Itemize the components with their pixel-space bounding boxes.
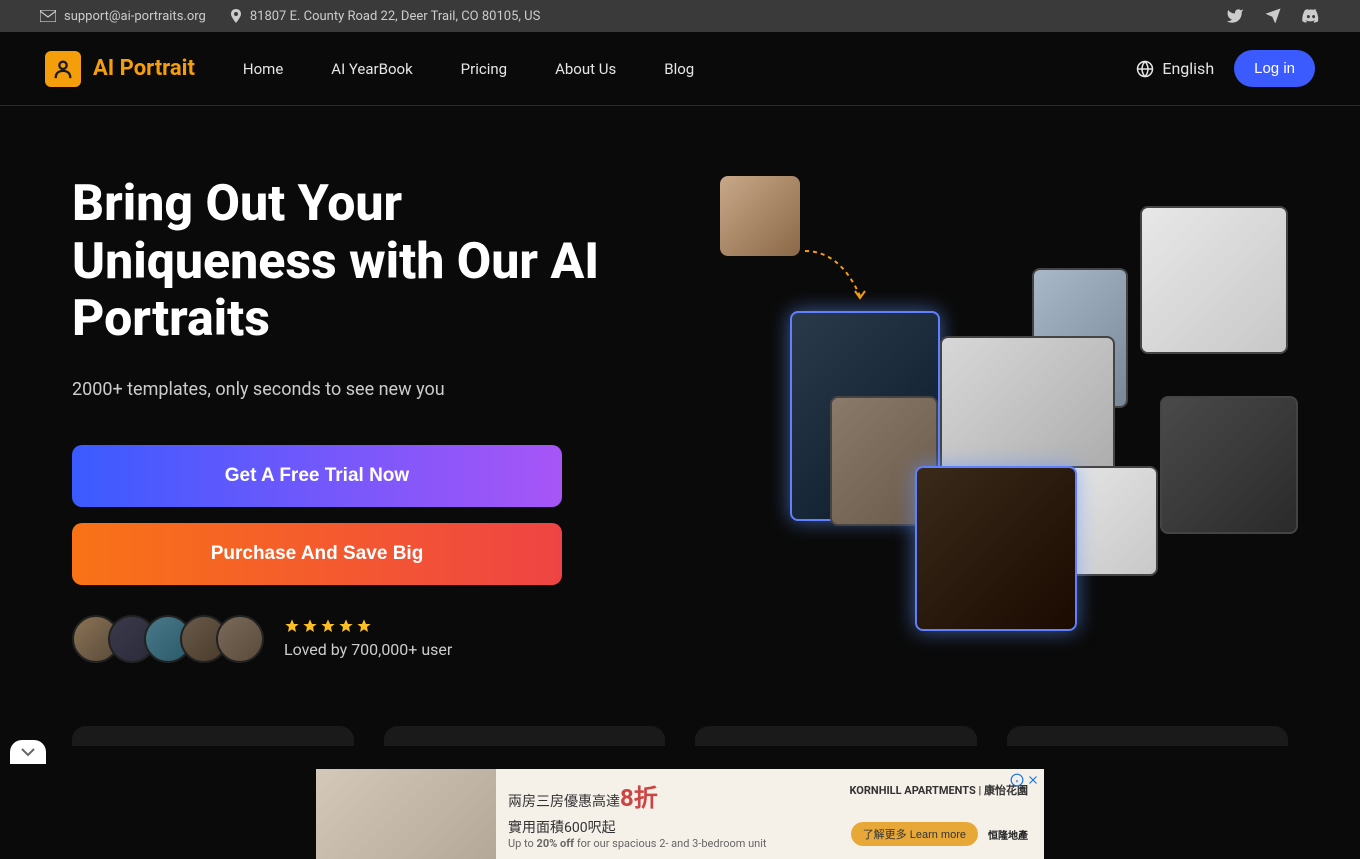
portrait-guitarist xyxy=(915,466,1077,631)
hero-section: Bring Out Your Uniqueness with Our AI Po… xyxy=(0,106,1360,716)
nav-home[interactable]: Home xyxy=(243,60,283,78)
rating-stars xyxy=(284,618,452,634)
address-text: 81807 E. County Road 22, Deer Trail, CO … xyxy=(250,9,541,24)
support-email[interactable]: support@ai-portraits.org xyxy=(40,9,206,24)
language-selector[interactable]: English xyxy=(1136,59,1214,78)
ad-banner[interactable]: 兩房三房優惠高達8折 實用面積600呎起 Up to 20% off for o… xyxy=(316,769,1044,859)
nav-blog[interactable]: Blog xyxy=(664,60,694,78)
language-label: English xyxy=(1162,59,1214,78)
logo[interactable]: AI Portrait xyxy=(45,51,195,87)
ad-info-icon[interactable] xyxy=(1010,773,1024,787)
star-icon xyxy=(338,618,354,634)
chevron-down-icon xyxy=(20,747,36,757)
ad-collapse-button[interactable] xyxy=(10,740,46,764)
hero-subtitle: 2000+ templates, only seconds to see new… xyxy=(72,379,660,400)
nav-about[interactable]: About Us xyxy=(555,60,616,78)
location-pin-icon xyxy=(230,9,242,23)
ad-close-icon[interactable] xyxy=(1026,773,1040,787)
ad-cta-button[interactable]: 了解更多 Learn more xyxy=(851,822,978,846)
source-photo xyxy=(720,176,800,256)
loved-by-text: Loved by 700,000+ user xyxy=(284,640,452,659)
portrait-collage xyxy=(700,176,1288,676)
nav-yearbook[interactable]: AI YearBook xyxy=(331,60,412,78)
portrait-business xyxy=(1160,396,1298,534)
ad-image xyxy=(316,769,496,859)
portrait-doctor xyxy=(1140,206,1288,354)
ad-usable-area: 實用面積600呎起 xyxy=(508,817,821,837)
ad-badge xyxy=(1010,773,1040,787)
feature-card xyxy=(695,726,977,746)
top-info-bar: support@ai-portraits.org 81807 E. County… xyxy=(0,0,1360,32)
logo-icon xyxy=(45,51,81,87)
ad-headline-en: Up to 20% off for our spacious 2- and 3-… xyxy=(508,837,821,850)
star-icon xyxy=(302,618,318,634)
discord-icon[interactable] xyxy=(1302,7,1320,25)
feature-card xyxy=(1007,726,1289,746)
purchase-button[interactable]: Purchase And Save Big xyxy=(72,523,562,585)
hero-title: Bring Out Your Uniqueness with Our AI Po… xyxy=(72,176,660,349)
user-avatars xyxy=(72,615,264,663)
login-button[interactable]: Log in xyxy=(1234,50,1315,87)
logo-text: AI Portrait xyxy=(93,56,195,81)
ad-brand: KORNHILL APARTMENTS | 康怡花園 xyxy=(849,782,1028,798)
nav-pricing[interactable]: Pricing xyxy=(461,60,507,78)
mail-icon xyxy=(40,10,56,22)
feature-card xyxy=(72,726,354,746)
star-icon xyxy=(356,618,372,634)
star-icon xyxy=(320,618,336,634)
address: 81807 E. County Road 22, Deer Trail, CO … xyxy=(230,9,541,24)
main-nav: AI Portrait Home AI YearBook Pricing Abo… xyxy=(0,32,1360,106)
globe-icon xyxy=(1136,60,1154,78)
feature-cards-row xyxy=(0,726,1360,746)
feature-card xyxy=(384,726,666,746)
star-icon xyxy=(284,618,300,634)
social-proof: Loved by 700,000+ user xyxy=(72,615,660,663)
dotted-arrow-icon xyxy=(800,246,880,306)
email-text: support@ai-portraits.org xyxy=(64,9,206,24)
ad-company-logo: 恒隆地產 xyxy=(988,827,1028,842)
twitter-icon[interactable] xyxy=(1226,7,1244,25)
telegram-icon[interactable] xyxy=(1264,7,1282,25)
avatar xyxy=(216,615,264,663)
ad-headline-cn: 兩房三房優惠高達8折 xyxy=(508,778,821,813)
free-trial-button[interactable]: Get A Free Trial Now xyxy=(72,445,562,507)
